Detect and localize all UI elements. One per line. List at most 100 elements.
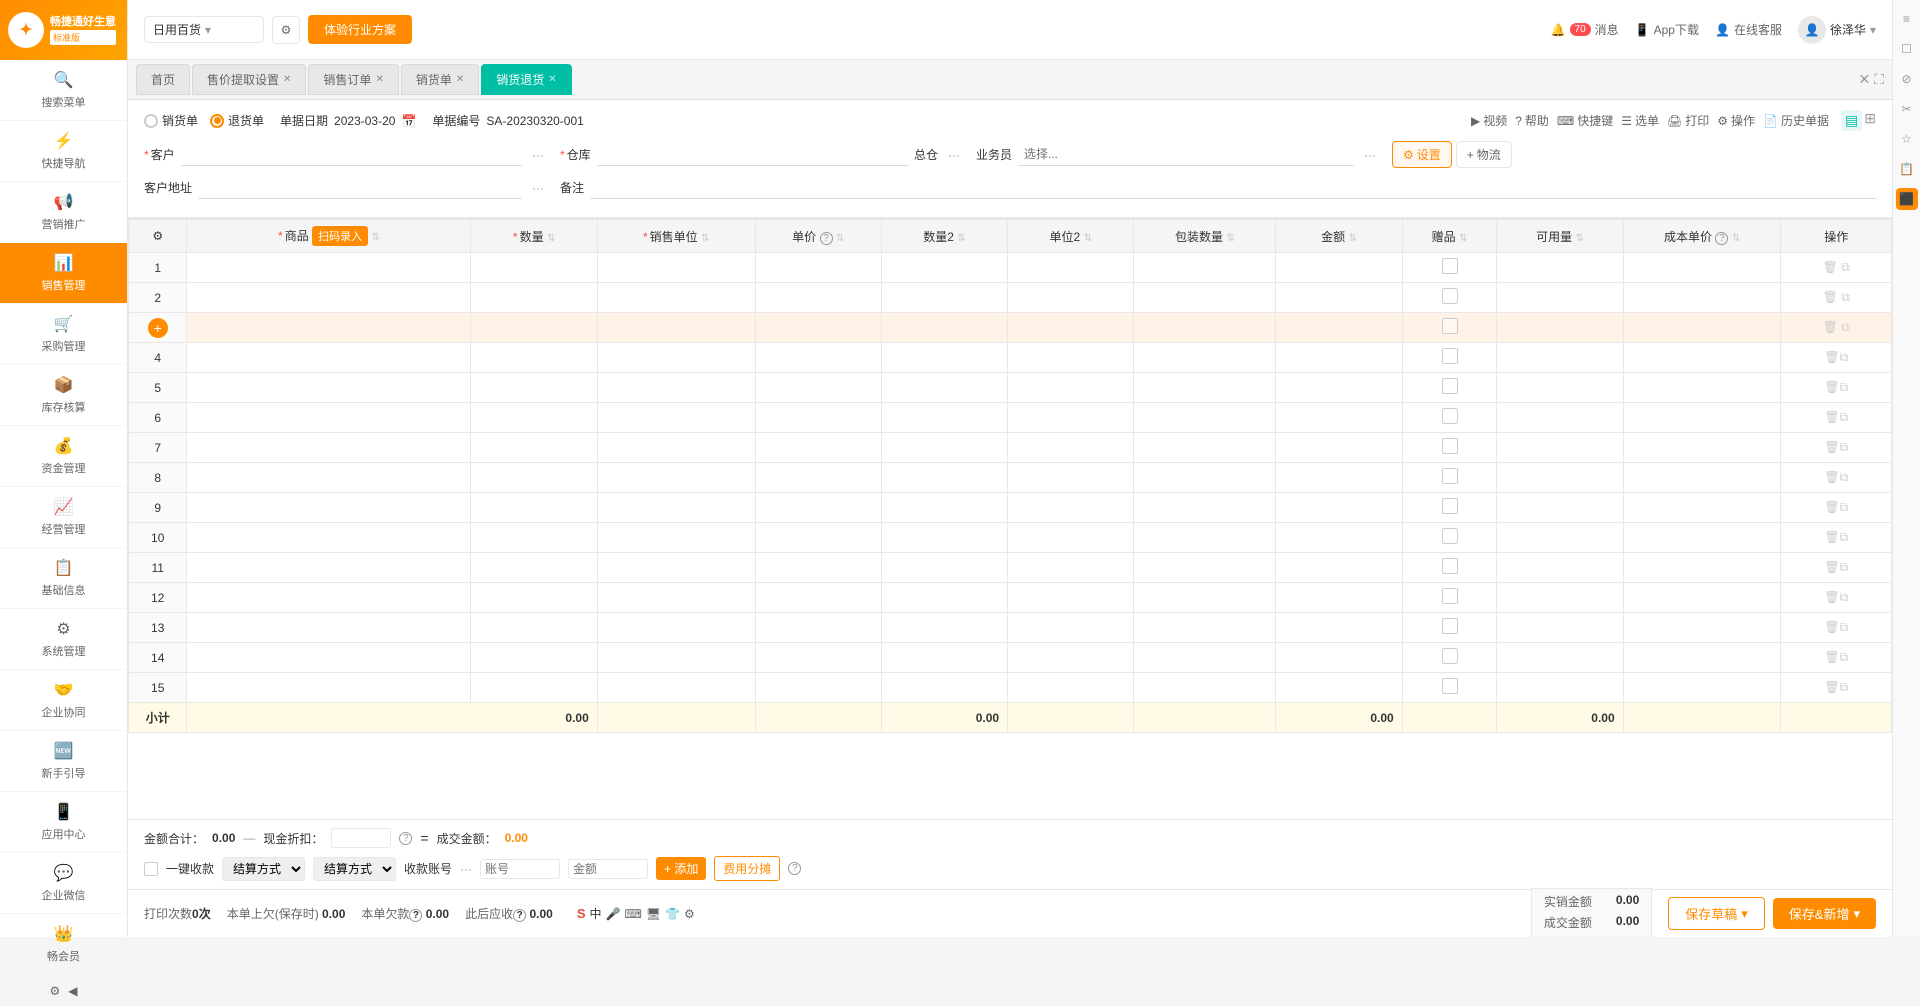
action-select[interactable]: ☰ 选单 (1621, 112, 1659, 129)
action-help[interactable]: ? 帮助 (1515, 112, 1549, 129)
copy-row-9[interactable]: ⧉ (1840, 500, 1849, 514)
delete-row-11[interactable]: 🗑 (1824, 560, 1839, 574)
category-select[interactable]: 日用百货 ▾ (144, 16, 264, 43)
address-dots[interactable]: ··· (532, 181, 544, 195)
delete-row-10[interactable]: 🗑 (1824, 530, 1839, 544)
customer-select-dots[interactable]: ··· (532, 148, 544, 162)
tab-sales-return-close[interactable]: ✕ (548, 74, 556, 85)
sort-price-icon[interactable]: ⇅ (836, 233, 844, 244)
warehouse-input[interactable] (597, 143, 908, 166)
tab-fullscreen-icon[interactable]: ⛶ (1874, 71, 1884, 88)
gift-checkbox-5[interactable] (1442, 378, 1458, 394)
action-history[interactable]: 📄 历史单据 (1763, 112, 1829, 129)
gift-checkbox-4[interactable] (1442, 348, 1458, 364)
sort-unit-icon[interactable]: ⇅ (701, 233, 709, 244)
price-cell-3[interactable] (755, 313, 881, 343)
tab-sales-return[interactable]: 销货退货 ✕ (481, 64, 571, 95)
sidebar-item-sales[interactable]: 📊 销售管理 (0, 243, 127, 304)
costprice-cell-3[interactable] (1623, 313, 1781, 343)
product-cell-1[interactable] (187, 253, 471, 283)
product-input-3[interactable] (195, 320, 462, 335)
right-panel-item-5[interactable]: ☆ (1896, 128, 1918, 150)
calendar-icon[interactable]: 📅 (401, 114, 416, 128)
copy-row-3[interactable]: ⧉ (1841, 320, 1850, 334)
experience-button[interactable]: 体验行业方案 (308, 15, 412, 44)
sidebar-item-search[interactable]: 🔍 搜索菜单 (0, 60, 127, 121)
delete-row-5[interactable]: 🗑 (1824, 380, 1839, 394)
save-draft-button[interactable]: 保存草稿 ▾ (1668, 897, 1765, 930)
unit-cell-2[interactable] (597, 283, 755, 313)
one-click-collect-checkbox[interactable] (144, 862, 158, 876)
gift-checkbox-8[interactable] (1442, 468, 1458, 484)
gift-checkbox-14[interactable] (1442, 648, 1458, 664)
sidebar-item-wechat[interactable]: 💬 企业微信 (0, 853, 127, 914)
toolbar-settings2-icon[interactable]: ⚙ (684, 907, 695, 921)
sidebar-item-enterprise[interactable]: 🤝 企业协同 (0, 670, 127, 731)
product-cell-3[interactable] (187, 313, 471, 343)
pkgqty-cell-3[interactable] (1134, 313, 1276, 343)
price-cell-2[interactable] (755, 283, 881, 313)
action-video[interactable]: ▶ 视频 (1471, 112, 1507, 129)
copy-row-11[interactable]: ⧉ (1840, 560, 1849, 574)
copy-row-15[interactable]: ⧉ (1840, 680, 1849, 694)
gift-cell-1[interactable] (1402, 253, 1497, 283)
sort-quantity2-icon[interactable]: ⇅ (957, 233, 965, 244)
gift-checkbox-10[interactable] (1442, 528, 1458, 544)
gift-checkbox-6[interactable] (1442, 408, 1458, 424)
fee-split-info[interactable]: ? (788, 862, 801, 875)
sort-pkgqty-icon[interactable]: ⇅ (1226, 233, 1234, 244)
right-panel-item-6[interactable]: 📋 (1896, 158, 1918, 180)
quantity-cell-1[interactable] (471, 253, 597, 283)
pkgqty-cell-2[interactable] (1134, 283, 1276, 313)
tab-home[interactable]: 首页 (136, 64, 190, 95)
staff-select-dots[interactable]: ··· (1364, 148, 1376, 162)
price-info-icon[interactable]: ? (820, 232, 833, 245)
tab-price-setting-close[interactable]: ✕ (283, 74, 291, 85)
delete-row-15[interactable]: 🗑 (1824, 680, 1839, 694)
cash-discount-info[interactable]: ? (399, 832, 412, 845)
sidebar-item-newguide[interactable]: 🆕 新手引导 (0, 731, 127, 792)
amount-cell-2[interactable] (1276, 283, 1402, 313)
logistics-button[interactable]: + 物流 (1456, 141, 1512, 168)
cost-price-info-icon[interactable]: ? (1715, 232, 1728, 245)
tab-close-icon[interactable]: ✕ (1858, 71, 1870, 88)
settle-method-select[interactable]: 结算方式 (222, 857, 305, 881)
copy-row-5[interactable]: ⧉ (1840, 380, 1849, 394)
delete-row-1[interactable]: 🗑 (1823, 260, 1838, 274)
toolbar-mic-icon[interactable]: 🎤 (606, 907, 621, 921)
delete-row-13[interactable]: 🗑 (1824, 620, 1839, 634)
costprice-cell-2[interactable] (1623, 283, 1781, 313)
add-row-button[interactable]: + (148, 318, 168, 338)
sort-amount-icon[interactable]: ⇅ (1349, 233, 1357, 244)
available-cell-3[interactable] (1497, 313, 1623, 343)
customer-input[interactable] (181, 143, 522, 166)
sort-cost-icon[interactable]: ⇅ (1732, 233, 1740, 244)
delete-row-6[interactable]: 🗑 (1824, 410, 1839, 424)
amount-cell-3[interactable] (1276, 313, 1402, 343)
gift-checkbox-13[interactable] (1442, 618, 1458, 634)
tab-delivery[interactable]: 销货单 ✕ (401, 64, 479, 95)
sidebar-item-system[interactable]: ⚙ 系统管理 (0, 609, 127, 670)
right-panel-item-active[interactable]: ⬛ (1896, 188, 1918, 210)
available-cell-2[interactable] (1497, 283, 1623, 313)
delete-row-3[interactable]: 🗑 (1823, 320, 1838, 334)
sidebar-item-marketing[interactable]: 📢 营销推广 (0, 182, 127, 243)
sidebar-item-purchase[interactable]: 🛒 采购管理 (0, 304, 127, 365)
quantity-cell-3[interactable] (471, 313, 597, 343)
pkgqty-cell-1[interactable] (1134, 253, 1276, 283)
sidebar-item-basic[interactable]: 📋 基础信息 (0, 548, 127, 609)
unit-cell-3[interactable] (597, 313, 755, 343)
gift-checkbox-9[interactable] (1442, 498, 1458, 514)
gift-checkbox-12[interactable] (1442, 588, 1458, 604)
tab-sales-order[interactable]: 销售订单 ✕ (308, 64, 398, 95)
qty2-cell-1[interactable] (881, 253, 1007, 283)
action-shortcuts[interactable]: ⌨ 快捷键 (1557, 112, 1613, 129)
gift-cell-3[interactable] (1402, 313, 1497, 343)
receivable-info-icon[interactable]: ? (513, 909, 526, 922)
delete-row-8[interactable]: 🗑 (1824, 470, 1839, 484)
settings-button[interactable]: ⚙ 设置 (1392, 141, 1452, 168)
sidebar-item-quicknav[interactable]: ⚡ 快捷导航 (0, 121, 127, 182)
table-settings-icon[interactable]: ⚙ (152, 229, 163, 243)
toolbar-monitor-icon[interactable]: 🖥 (646, 907, 661, 921)
copy-row-4[interactable]: ⧉ (1840, 350, 1849, 364)
